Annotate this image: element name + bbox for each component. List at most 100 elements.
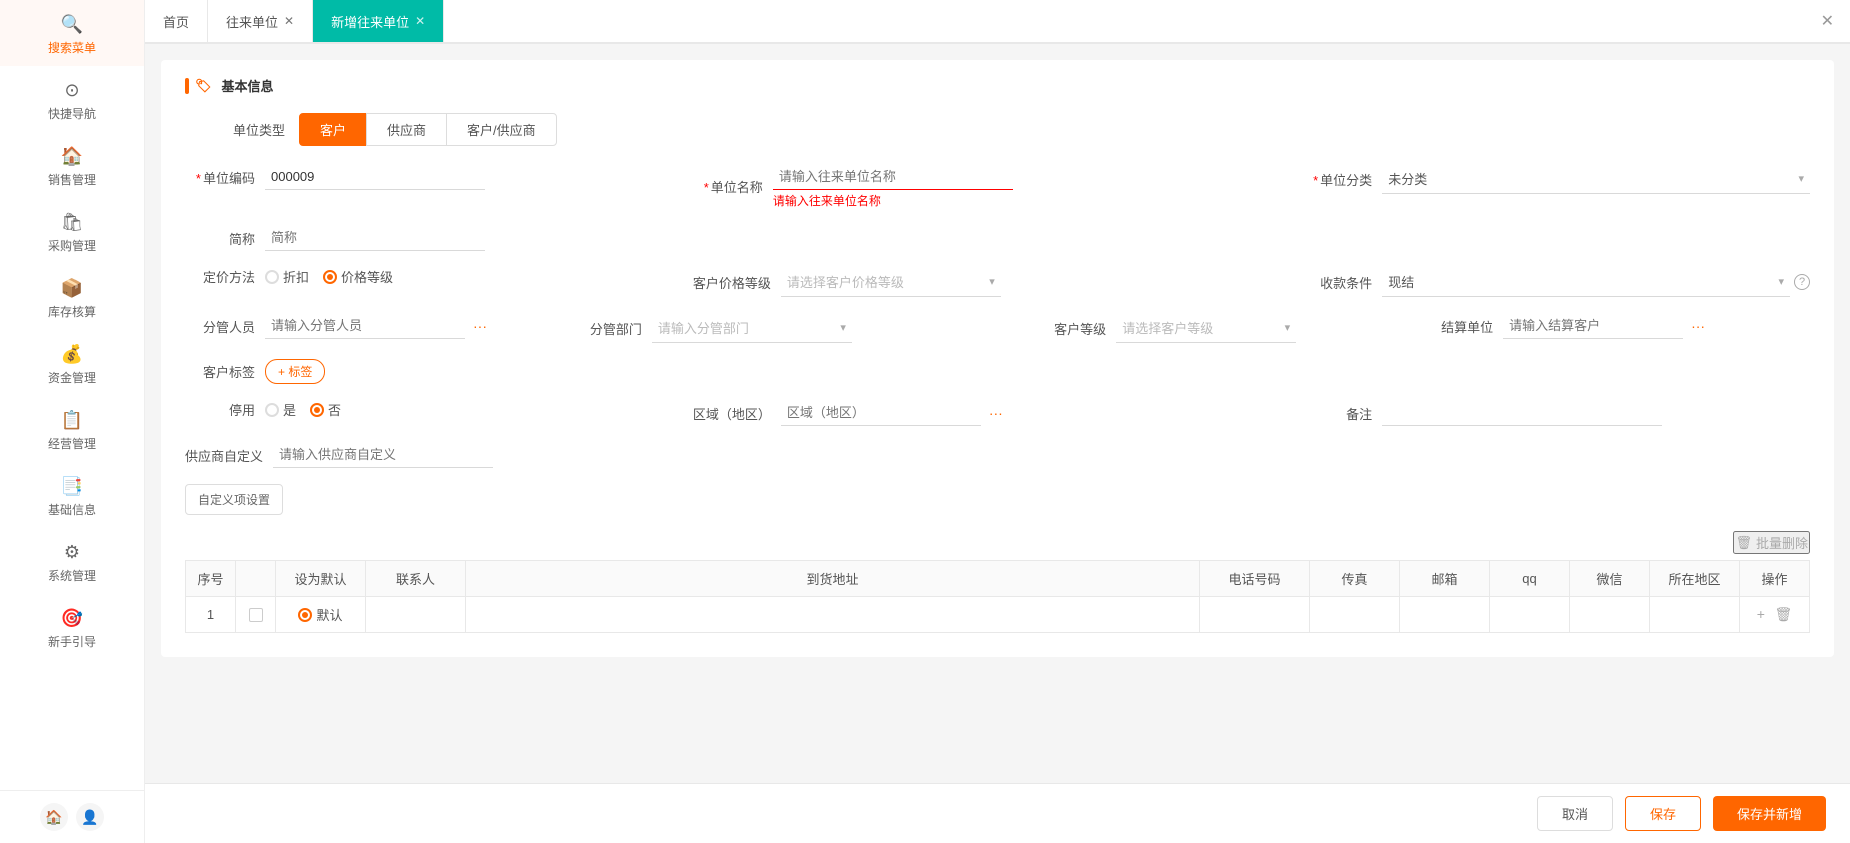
unit-code-input[interactable] — [265, 164, 485, 190]
sidebar-item-basic[interactable]: 📑 基础信息 — [0, 462, 144, 528]
unit-category-select[interactable]: 未分类 ▾ — [1382, 164, 1810, 194]
sidebar-item-guide[interactable]: 🎯 新手引导 — [0, 594, 144, 660]
phone-input[interactable] — [1210, 607, 1299, 622]
tab-home[interactable]: 首页 — [145, 0, 208, 42]
disabled-yes[interactable]: 是 — [265, 400, 296, 419]
pricing-radio-discount[interactable]: 折扣 — [265, 267, 309, 286]
batch-delete-btn[interactable]: 🗑 批量删除 — [1733, 531, 1810, 554]
guide-icon: 🎯 — [61, 608, 83, 629]
sidebar-item-finance[interactable]: 💰 资金管理 — [0, 330, 144, 396]
form-row-1: 单位编码 单位名称 请输入往来单位名称 单位分类 未分类 ▾ — [185, 164, 1810, 209]
manager-input[interactable] — [265, 313, 465, 339]
unit-category-field: 单位分类 未分类 ▾ — [1302, 164, 1810, 194]
email-input[interactable] — [1410, 607, 1479, 622]
manager-field: 分管人员 ··· — [185, 313, 572, 339]
sidebar-user-icon[interactable]: 👤 — [76, 803, 104, 831]
region-label: 区域（地区） — [693, 404, 781, 423]
customer-price-level-select[interactable]: 请选择客户价格等级 ▾ — [781, 267, 1001, 297]
sidebar-item-sales[interactable]: 🏠 销售管理 — [0, 132, 144, 198]
wechat-input[interactable] — [1580, 607, 1639, 622]
sidebar-home-icon[interactable]: 🏠 — [40, 803, 68, 831]
form-row-shortname: 简称 — [185, 225, 1810, 251]
fax-input[interactable] — [1320, 607, 1389, 622]
customer-level-select[interactable]: 请选择客户等级 ▾ — [1116, 313, 1296, 343]
pricing-method-field: 定价方法 折扣 价格等级 — [185, 267, 693, 286]
sidebar-item-search[interactable]: 🔍 搜索菜单 — [0, 0, 144, 66]
unit-type-both-btn[interactable]: 客户/供应商 — [446, 113, 557, 146]
region-input[interactable] — [781, 400, 981, 426]
payment-terms-field: 收款条件 现结 ▾ ? — [1302, 267, 1810, 297]
finance-icon: 💰 — [61, 344, 83, 365]
row-region-input[interactable] — [1660, 607, 1729, 622]
remark-input[interactable] — [1382, 400, 1662, 426]
disabled-no[interactable]: 否 — [310, 400, 341, 419]
department-select[interactable]: 请输入分管部门 ▾ — [652, 313, 852, 343]
manager-more-btn[interactable]: ··· — [469, 318, 491, 334]
department-field: 分管部门 请输入分管部门 ▾ — [572, 313, 1036, 343]
unit-code-label: 单位编码 — [185, 168, 265, 187]
discount-radio-circle — [265, 270, 279, 284]
row-address[interactable] — [466, 597, 1200, 633]
settlement-input[interactable] — [1503, 313, 1683, 339]
unit-type-label: 单位类型 — [185, 120, 285, 139]
settlement-label: 结算单位 — [1423, 317, 1503, 336]
row-email[interactable] — [1400, 597, 1490, 633]
row-add-btn[interactable]: + — [1754, 606, 1768, 622]
supplier-custom-input[interactable] — [273, 442, 493, 468]
tab-new-contact-close[interactable]: ✕ — [415, 14, 425, 28]
col-action: 操作 — [1740, 561, 1810, 597]
row-region[interactable] — [1650, 597, 1740, 633]
row-default-radio[interactable]: 默认 — [286, 605, 355, 624]
row-action: + 🗑 — [1740, 597, 1810, 633]
unit-category-arrow: ▾ — [1798, 172, 1804, 185]
region-more-btn[interactable]: ··· — [985, 405, 1007, 421]
disabled-radio-group: 是 否 — [265, 400, 341, 419]
tab-bar: 首页 往来单位 ✕ 新增往来单位 ✕ ✕ — [145, 0, 1850, 44]
remark-label: 备注 — [1302, 404, 1382, 423]
price-level-arrow: ▾ — [989, 275, 995, 288]
tab-bar-close-btn[interactable]: ✕ — [1805, 11, 1850, 31]
batch-delete-icon: 🗑 — [1735, 535, 1752, 551]
payment-terms-select[interactable]: 现结 ▾ — [1382, 267, 1790, 297]
sidebar-item-inventory[interactable]: 📦 库存核算 — [0, 264, 144, 330]
row-default: 默认 — [276, 597, 366, 633]
row-checkbox[interactable] — [249, 608, 263, 622]
pricing-radio-level[interactable]: 价格等级 — [323, 267, 393, 286]
address-input[interactable] — [476, 607, 1189, 622]
unit-type-supplier-btn[interactable]: 供应商 — [366, 113, 447, 146]
short-name-input[interactable] — [265, 225, 485, 251]
sidebar-item-purchase[interactable]: 🛍 采购管理 — [0, 198, 144, 264]
row-qq[interactable] — [1490, 597, 1570, 633]
payment-terms-help[interactable]: ? — [1794, 274, 1810, 290]
custom-settings-btn[interactable]: 自定义项设置 — [185, 484, 283, 515]
row-wechat[interactable] — [1570, 597, 1650, 633]
add-tag-btn[interactable]: + 标签 — [265, 359, 325, 384]
tab-contacts[interactable]: 往来单位 ✕ — [208, 0, 313, 42]
unit-type-customer-btn[interactable]: 客户 — [299, 113, 367, 146]
save-new-button[interactable]: 保存并新增 — [1713, 796, 1826, 831]
contact-input[interactable] — [376, 607, 455, 622]
qq-input[interactable] — [1500, 607, 1559, 622]
sidebar-item-quick-nav[interactable]: ⊙ 快捷导航 — [0, 66, 144, 132]
row-fax[interactable] — [1310, 597, 1400, 633]
form-row-supplier-custom: 供应商自定义 — [185, 442, 1810, 468]
save-button[interactable]: 保存 — [1625, 796, 1701, 831]
unit-name-input[interactable] — [773, 164, 1013, 190]
tab-new-contact[interactable]: 新增往来单位 ✕ — [313, 0, 444, 42]
col-address: 到货地址 — [466, 561, 1200, 597]
row-contact[interactable] — [366, 597, 466, 633]
sidebar: 🔍 搜索菜单 ⊙ 快捷导航 🏠 销售管理 🛍 采购管理 📦 库存核算 💰 资金管… — [0, 0, 145, 843]
customer-level-label: 客户等级 — [1036, 319, 1116, 338]
col-email: 邮箱 — [1400, 561, 1490, 597]
row-phone[interactable] — [1200, 597, 1310, 633]
row-check[interactable] — [236, 597, 276, 633]
row-delete-btn[interactable]: 🗑 — [1772, 606, 1796, 623]
settlement-more-btn[interactable]: ··· — [1687, 318, 1709, 334]
quick-nav-icon: ⊙ — [64, 80, 79, 101]
tab-contacts-close[interactable]: ✕ — [284, 14, 294, 28]
cancel-button[interactable]: 取消 — [1537, 796, 1613, 831]
sidebar-item-system[interactable]: ⚙ 系统管理 — [0, 528, 144, 594]
section-title-bar — [185, 78, 189, 94]
table-row: 1 默认 — [186, 597, 1810, 633]
sidebar-item-ops[interactable]: 📋 经营管理 — [0, 396, 144, 462]
